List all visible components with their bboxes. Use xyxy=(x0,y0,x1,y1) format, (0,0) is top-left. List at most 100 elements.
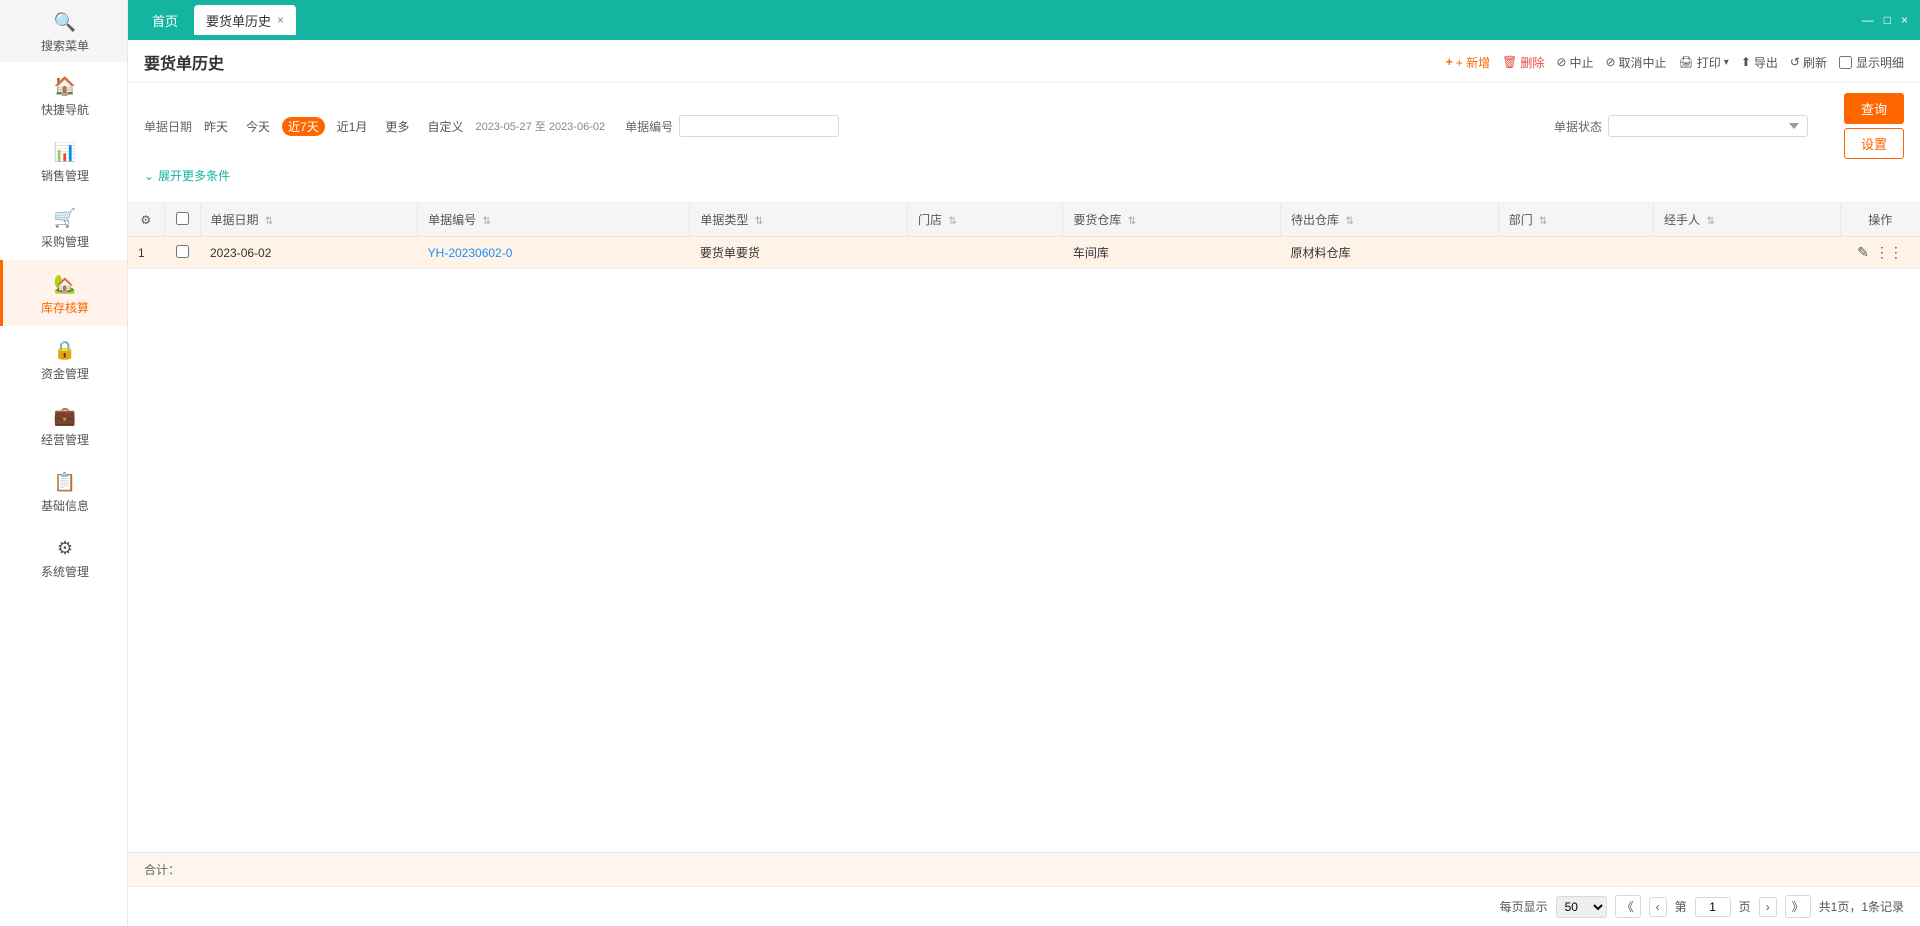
cell-action: ✎ ⋮⋮ xyxy=(1840,237,1920,269)
tab-home[interactable]: 首页 xyxy=(140,5,190,35)
per-page-select[interactable]: 50 10 20 100 xyxy=(1556,896,1607,918)
close-tab-icon[interactable]: × xyxy=(277,13,284,27)
content-area: 要货单历史 + + 新增 🗑 删除 ⊘ 中止 ⊘ 取消中止 xyxy=(128,40,1920,926)
edit-action-icon[interactable]: ✎ xyxy=(1857,244,1869,261)
col-no[interactable]: 单据编号 ⇅ xyxy=(418,203,690,237)
minimize-btn[interactable]: — xyxy=(1862,13,1874,27)
display-detail-toggle[interactable]: 显示明细 xyxy=(1839,54,1904,71)
order-no-input[interactable] xyxy=(679,115,839,137)
col-handler[interactable]: 经手人 ⇅ xyxy=(1653,203,1840,237)
refresh-button[interactable]: ↺ 刷新 xyxy=(1790,54,1827,71)
purchase-icon: 🛒 xyxy=(54,208,76,229)
cancel-stop-button[interactable]: ⊘ 取消中止 xyxy=(1605,54,1666,71)
col-dept[interactable]: 部门 ⇅ xyxy=(1498,203,1653,237)
close-btn[interactable]: × xyxy=(1901,13,1908,27)
sort-pending-icon: ⇅ xyxy=(1345,216,1353,227)
filter-status: 单据状态 xyxy=(1554,115,1808,137)
shortcut-custom[interactable]: 自定义 xyxy=(421,117,469,136)
query-button[interactable]: 查询 xyxy=(1844,93,1904,124)
prev-page-button[interactable]: ‹ xyxy=(1649,897,1667,917)
new-button[interactable]: + + 新增 xyxy=(1446,54,1490,71)
cancel-stop-icon: ⊘ xyxy=(1605,55,1615,69)
sidebar-item-system[interactable]: ⚙ 系统管理 xyxy=(0,524,127,590)
status-label: 单据状态 xyxy=(1554,118,1602,135)
sidebar-item-sales[interactable]: 📊 销售管理 xyxy=(0,128,127,194)
cell-handler xyxy=(1653,237,1840,269)
sidebar-item-inventory[interactable]: 🏡 库存核算 xyxy=(0,260,127,326)
operation-icon: 💼 xyxy=(54,406,76,427)
main-area: 首页 要货单历史 × — □ × 要货单历史 + + 新增 🗑 删除 xyxy=(128,0,1920,926)
delete-button[interactable]: 🗑 删除 xyxy=(1502,54,1544,71)
print-chevron-icon: ▾ xyxy=(1724,57,1729,68)
date-label: 单据日期 xyxy=(144,118,192,135)
sidebar-item-purchase[interactable]: 🛒 采购管理 xyxy=(0,194,127,260)
table-header-row: ⚙ 单据日期 ⇅ 单据编号 ⇅ 单据类型 xyxy=(128,203,1920,237)
col-type[interactable]: 单据类型 ⇅ xyxy=(690,203,908,237)
cell-checkbox[interactable] xyxy=(164,237,200,269)
cell-idx: 1 xyxy=(128,237,164,269)
col-pending-warehouse[interactable]: 待出仓库 ⇅ xyxy=(1281,203,1499,237)
sidebar-item-quick-nav[interactable]: 🏠 快捷导航 xyxy=(0,62,127,128)
filter-bar: 单据日期 昨天 今天 近7天 近1月 更多 自定义 2023-05-27 至 2… xyxy=(128,83,1920,203)
sales-icon: 📊 xyxy=(54,142,76,163)
date-range-display: 2023-05-27 至 2023-06-02 xyxy=(475,118,605,134)
shortcut-more[interactable]: 更多 xyxy=(379,117,415,136)
sort-dept-icon: ⇅ xyxy=(1539,216,1547,227)
page-suffix: 页 xyxy=(1739,898,1751,915)
page-input[interactable] xyxy=(1695,897,1731,917)
cell-req-warehouse: 车间库 xyxy=(1063,237,1281,269)
col-shop[interactable]: 门店 ⇅ xyxy=(908,203,1063,237)
maximize-btn[interactable]: □ xyxy=(1884,13,1891,27)
cell-no: YH-20230602-0 xyxy=(418,237,690,269)
first-page-button[interactable]: 《 xyxy=(1615,895,1641,918)
cell-date: 2023-06-02 xyxy=(200,237,418,269)
setting-button[interactable]: 设置 xyxy=(1844,128,1904,159)
order-no-link[interactable]: YH-20230602-0 xyxy=(428,246,513,260)
cell-pending-warehouse: 原材料仓库 xyxy=(1281,237,1499,269)
sort-req-icon: ⇅ xyxy=(1128,216,1136,227)
home-icon: 🏠 xyxy=(54,76,76,97)
delete-icon: 🗑 xyxy=(1502,55,1517,69)
table-row[interactable]: 1 2023-06-02 YH-20230602-0 要货单要货 车间库 原材料… xyxy=(128,237,1920,269)
export-button[interactable]: ⬆ 导出 xyxy=(1741,54,1778,71)
filter-order-no: 单据编号 xyxy=(625,115,839,137)
display-detail-checkbox[interactable] xyxy=(1839,56,1852,69)
per-page-label: 每页显示 xyxy=(1500,898,1548,915)
status-select[interactable] xyxy=(1608,115,1808,137)
cell-dept xyxy=(1498,237,1653,269)
finance-icon: 🔒 xyxy=(54,340,76,361)
filter-row-1: 单据日期 昨天 今天 近7天 近1月 更多 自定义 2023-05-27 至 2… xyxy=(144,93,1904,159)
col-settings[interactable]: ⚙ xyxy=(128,203,164,237)
shortcut-1month[interactable]: 近1月 xyxy=(331,117,374,136)
shortcut-today[interactable]: 今天 xyxy=(240,117,276,136)
new-icon: + xyxy=(1446,55,1453,69)
page-title: 要货单历史 xyxy=(144,50,224,74)
sort-date-icon: ⇅ xyxy=(265,216,273,227)
filter-row-expand: ⌄ 展开更多条件 xyxy=(144,165,1904,186)
col-date[interactable]: 单据日期 ⇅ xyxy=(200,203,418,237)
stop-icon: ⊘ xyxy=(1556,55,1566,69)
print-button[interactable]: 🖨 打印 ▾ xyxy=(1679,54,1729,71)
sort-no-icon: ⇅ xyxy=(483,216,491,227)
sidebar-item-basic[interactable]: 📋 基础信息 xyxy=(0,458,127,524)
sidebar-item-finance[interactable]: 🔒 资金管理 xyxy=(0,326,127,392)
tab-order-history[interactable]: 要货单历史 × xyxy=(194,5,296,35)
select-all-checkbox[interactable] xyxy=(176,212,189,225)
stop-button[interactable]: ⊘ 中止 xyxy=(1556,54,1593,71)
topbar: 首页 要货单历史 × — □ × xyxy=(128,0,1920,40)
sidebar-item-search-menu[interactable]: 🔍 搜索菜单 xyxy=(0,0,127,62)
toolbar: + + 新增 🗑 删除 ⊘ 中止 ⊘ 取消中止 🖨 打印 xyxy=(1446,54,1904,71)
more-action-icon[interactable]: ⋮⋮ xyxy=(1875,244,1903,261)
expand-icon: ⌄ xyxy=(144,169,154,183)
sort-shop-icon: ⇅ xyxy=(948,216,956,227)
col-req-warehouse[interactable]: 要货仓库 ⇅ xyxy=(1063,203,1281,237)
expand-more-button[interactable]: ⌄ 展开更多条件 xyxy=(144,165,230,186)
last-page-button[interactable]: 》 xyxy=(1785,895,1811,918)
next-page-button[interactable]: › xyxy=(1759,897,1777,917)
date-shortcuts: 昨天 今天 近7天 近1月 更多 自定义 xyxy=(198,117,469,136)
shortcut-7days[interactable]: 近7天 xyxy=(282,117,325,136)
sidebar: 🔍 搜索菜单 🏠 快捷导航 📊 销售管理 🛒 采购管理 🏡 库存核算 🔒 资金管… xyxy=(0,0,128,926)
shortcut-yesterday[interactable]: 昨天 xyxy=(198,117,234,136)
col-action: 操作 xyxy=(1840,203,1920,237)
sidebar-item-operation[interactable]: 💼 经营管理 xyxy=(0,392,127,458)
